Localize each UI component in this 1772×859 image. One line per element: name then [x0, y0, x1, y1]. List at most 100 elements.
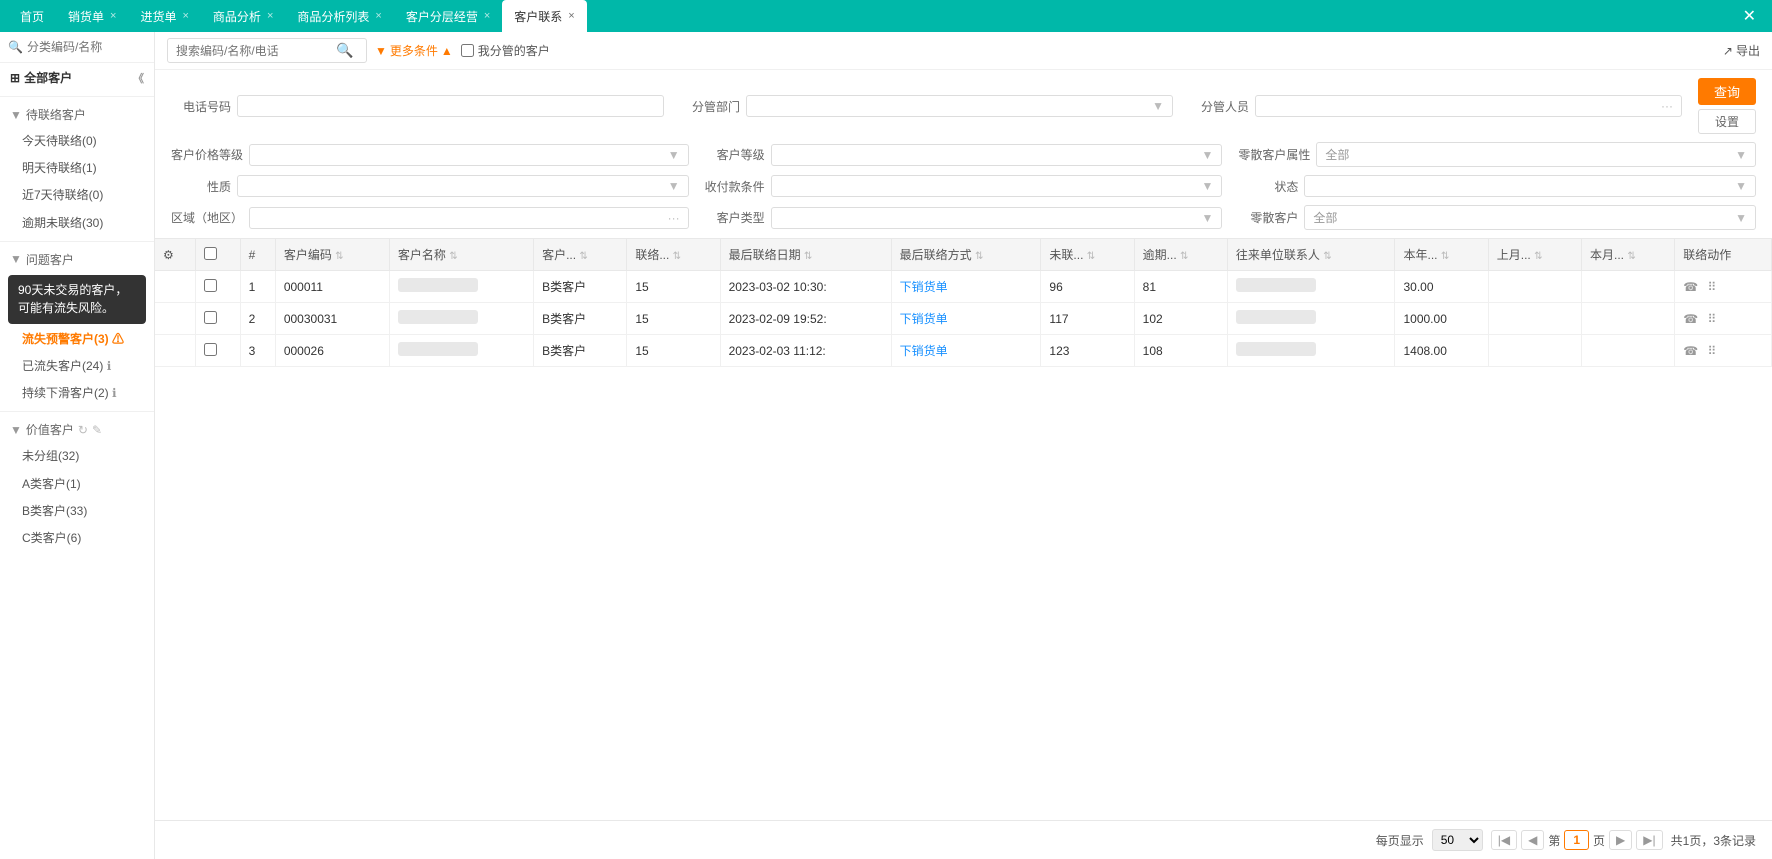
filter-status-select[interactable]: ▼ [1304, 175, 1756, 197]
tab-product-analysis[interactable]: 商品分析 × [201, 0, 285, 32]
tab-product-analysis-list-close[interactable]: × [375, 10, 381, 22]
col-last-contact-date[interactable]: 最后联络日期 ⇅ [720, 239, 891, 271]
edit-icon[interactable]: ✎ [92, 423, 102, 437]
tab-customer-contact[interactable]: 客户联系 × [502, 0, 586, 32]
sidebar-group-problem[interactable]: ▼ 问题客户 [0, 246, 154, 273]
horizontal-scrollbar[interactable] [155, 808, 1772, 820]
filter-price-grade-select[interactable]: ▼ [249, 144, 689, 166]
tab-product-analysis-list[interactable]: 商品分析列表 × [285, 0, 393, 32]
last-page-button[interactable]: ▶| [1636, 830, 1662, 850]
search-input[interactable] [176, 44, 336, 58]
col-overdue[interactable]: 逾期... ⇅ [1134, 239, 1227, 271]
contact-method-link[interactable]: 下销货单 [900, 344, 948, 358]
filter-grade-select[interactable]: ▼ [771, 144, 1223, 166]
sidebar-item-today[interactable]: 今天待联络(0) [0, 128, 154, 155]
row-last-contact-method[interactable]: 下销货单 [891, 335, 1041, 367]
filter-payment-select[interactable]: ▼ [771, 175, 1223, 197]
more-conditions-button[interactable]: ▼ 更多条件 ▲ [375, 42, 453, 59]
filter-zero-attr-select[interactable]: 全部 ▼ [1316, 142, 1756, 167]
sidebar-item-ungroup[interactable]: 未分组(32) [0, 443, 154, 470]
col-settings[interactable]: ⚙ [155, 239, 196, 271]
sidebar-item-churned[interactable]: 已流失客户(24) ℹ [0, 353, 154, 380]
sidebar-item-declining[interactable]: 持续下滑客户(2) ℹ [0, 380, 154, 407]
tab-customer-tier-close[interactable]: × [484, 10, 490, 22]
filter-person-select[interactable]: ··· [1255, 95, 1682, 117]
row-select-checkbox[interactable] [204, 279, 217, 292]
row-last-contact-method[interactable]: 下销货单 [891, 303, 1041, 335]
row-checkbox[interactable] [196, 271, 241, 303]
settings-button[interactable]: 设置 [1698, 109, 1756, 134]
row-checkbox[interactable] [196, 303, 241, 335]
action-more-icon[interactable]: ⠿ [1708, 312, 1717, 326]
contact-method-link[interactable]: 下销货单 [900, 280, 948, 294]
filter-dept-select[interactable]: ▼ [746, 95, 1173, 117]
col-this-month[interactable]: 本月... ⇅ [1581, 239, 1674, 271]
col-unlinked[interactable]: 未联... ⇅ [1041, 239, 1134, 271]
filter-region-select[interactable]: ··· [249, 207, 689, 229]
sidebar-item-churn-warning[interactable]: 流失预警客户(3) ⚠ [0, 326, 154, 353]
row-last-contact-method[interactable]: 下销货单 [891, 271, 1041, 303]
action-contact-icon[interactable]: ☎ [1683, 344, 1698, 358]
main-layout: 🔍 ⊞ 全部客户 《 ▼ 待联络客户 今天待联络(0) 明天待联络(1) 近7天… [0, 32, 1772, 859]
col-unit-contact[interactable]: 往来单位联系人 ⇅ [1227, 239, 1395, 271]
sidebar-item-class-a[interactable]: A类客户(1) [0, 471, 154, 498]
col-name[interactable]: 客户名称 ⇅ [389, 239, 533, 271]
refresh-icon[interactable]: ↻ [78, 423, 88, 437]
row-last-month [1488, 303, 1581, 335]
window-close-button[interactable]: ✕ [1735, 6, 1764, 26]
action-more-icon[interactable]: ⠿ [1708, 344, 1717, 358]
sidebar-item-tomorrow[interactable]: 明天待联络(1) [0, 155, 154, 182]
prev-page-button[interactable]: ◀ [1521, 830, 1544, 850]
col-contact[interactable]: 联络... ⇅ [627, 239, 720, 271]
search-submit-icon[interactable]: 🔍 [336, 42, 353, 59]
col-code[interactable]: 客户编码 ⇅ [275, 239, 389, 271]
first-page-button[interactable]: |◀ [1491, 830, 1517, 850]
filter-nature-select[interactable]: ▼ [237, 175, 689, 197]
tab-sales-close[interactable]: × [110, 10, 116, 22]
filter-zero-customer-select[interactable]: 全部 ▼ [1304, 205, 1756, 230]
col-last-month[interactable]: 上月... ⇅ [1488, 239, 1581, 271]
row-select-checkbox[interactable] [204, 343, 217, 356]
contact-method-link[interactable]: 下销货单 [900, 312, 948, 326]
sidebar-search-input[interactable] [27, 40, 155, 54]
row-action: ☎ ⠿ [1675, 303, 1772, 335]
sidebar-all-customers[interactable]: ⊞ 全部客户 《 [0, 63, 154, 92]
tab-purchase[interactable]: 进货单 × [128, 0, 200, 32]
sidebar-group-value[interactable]: ▼ 价值客户 ↻ ✎ [0, 416, 154, 443]
sidebar-item-class-c[interactable]: C类客户(6) [0, 525, 154, 552]
filter-price-grade: 客户价格等级 ▼ [171, 144, 689, 166]
sidebar-item-class-b[interactable]: B类客户(33) [0, 498, 154, 525]
select-all-checkbox[interactable] [204, 247, 217, 260]
tab-customer-tier[interactable]: 客户分层经营 × [394, 0, 502, 32]
filter-zero-attr-label: 零散客户属性 [1238, 146, 1310, 163]
export-button[interactable]: ↗ 导出 [1723, 42, 1760, 59]
next-page-button[interactable]: ▶ [1609, 830, 1632, 850]
action-contact-icon[interactable]: ☎ [1683, 312, 1698, 326]
action-more-icon[interactable]: ⠿ [1708, 280, 1717, 294]
tab-sales[interactable]: 销货单 × [56, 0, 128, 32]
col-type[interactable]: 客户... ⇅ [534, 239, 627, 271]
query-button[interactable]: 查询 [1698, 78, 1756, 105]
my-customers-checkbox-area[interactable]: 我分管的客户 [461, 42, 550, 59]
sidebar-group-pending[interactable]: ▼ 待联络客户 [0, 101, 154, 128]
tab-purchase-close[interactable]: × [182, 10, 188, 22]
filter-phone-input[interactable] [237, 95, 664, 117]
tab-customer-contact-close[interactable]: × [568, 10, 574, 22]
row-checkbox[interactable] [196, 335, 241, 367]
filter-customer-type-select[interactable]: ▼ [771, 207, 1223, 229]
sidebar-item-7days[interactable]: 近7天待联络(0) [0, 182, 154, 209]
row-unlinked: 123 [1041, 335, 1134, 367]
sidebar-item-overdue[interactable]: 逾期未联络(30) [0, 210, 154, 237]
tab-home[interactable]: 首页 [8, 0, 56, 32]
col-last-contact-method[interactable]: 最后联络方式 ⇅ [891, 239, 1041, 271]
action-contact-icon[interactable]: ☎ [1683, 280, 1698, 294]
per-page-select[interactable]: 50 100 200 [1432, 829, 1483, 851]
col-this-year[interactable]: 本年... ⇅ [1395, 239, 1488, 271]
my-customers-checkbox[interactable] [461, 44, 474, 57]
person-dots-icon[interactable]: ··· [1661, 99, 1673, 113]
row-select-checkbox[interactable] [204, 311, 217, 324]
tab-product-analysis-close[interactable]: × [267, 10, 273, 22]
col-checkbox-header[interactable] [196, 239, 241, 271]
table-row: 3 000026 B类客户 15 2023-02-03 11:12: 下销货单 … [155, 335, 1772, 367]
region-dots-icon[interactable]: ··· [668, 211, 680, 225]
